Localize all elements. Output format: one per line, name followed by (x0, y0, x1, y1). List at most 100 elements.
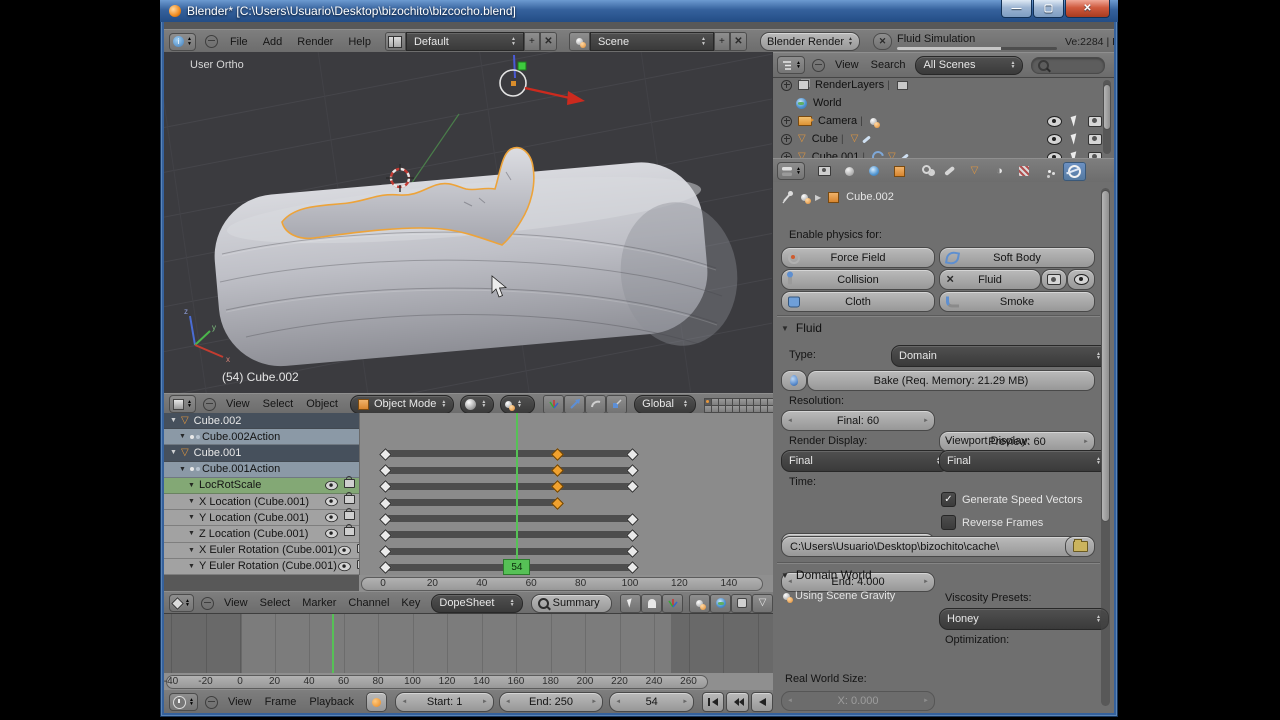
channel-row-cube-002[interactable]: ▼ ▽ Cube.002 (164, 413, 359, 430)
mode-dropdown[interactable]: Object Mode ▲ ▼ (349, 394, 455, 414)
pivot-dropdown[interactable]: ▲ ▼ (499, 394, 536, 414)
frame-end-field[interactable]: End: 250 (498, 692, 604, 712)
cursor-filter-icon[interactable] (620, 593, 641, 613)
tab-material[interactable]: ◑ (988, 162, 1011, 181)
add-layout-button[interactable]: + (523, 32, 540, 51)
expand-icon[interactable] (781, 115, 792, 127)
viewport-3d[interactable]: z y x User Ortho (54) Cube.002 (164, 52, 773, 393)
mesh-filter-icon[interactable]: ▽ (752, 593, 773, 613)
summary-toggle[interactable]: Summary (530, 593, 612, 613)
visibility-toggle-icon[interactable] (1047, 115, 1062, 127)
titlebar[interactable]: Blender* [C:\Users\Usuario\Desktop\bizoc… (160, 0, 1118, 22)
manipulator-translate-icon[interactable] (564, 394, 586, 414)
fluid-button-active[interactable]: ✕ Fluid (939, 269, 1041, 290)
channel-row-x-location-cube-001-[interactable]: ▼ X Location (Cube.001) (164, 492, 359, 511)
channel-expand-icon[interactable]: ▼ (179, 466, 186, 473)
outliner-item-renderlayers[interactable]: RenderLayers | (773, 76, 1102, 94)
menu-view[interactable]: View (835, 59, 859, 71)
scene-breadcrumb-icon[interactable] (801, 193, 811, 204)
fluid-panel-header[interactable]: ▼ Fluid (781, 321, 822, 335)
channel-row-y-euler-rotation-cube-001-[interactable]: ▼ Y Euler Rotation (Cube.001) (164, 556, 359, 575)
jump-prev-keyframe-button[interactable] (726, 692, 749, 712)
menu-view[interactable]: View (228, 696, 252, 708)
scene-gravity-icon[interactable] (783, 592, 793, 603)
outliner-item-camera[interactable]: Camera | (773, 112, 1102, 130)
tab-object[interactable] (888, 162, 911, 181)
screen-layout-dropdown[interactable]: Default ▲ ▼ (405, 32, 524, 51)
close-button[interactable]: ✕ (1065, 0, 1110, 18)
channel-expand-icon[interactable]: ▼ (170, 417, 177, 424)
tab-texture[interactable] (1013, 162, 1036, 181)
channel-expand-icon[interactable]: ▼ (188, 547, 195, 554)
frame-start-field[interactable]: Start: 1 (395, 692, 494, 712)
ghost-icon[interactable] (641, 593, 662, 613)
minimize-button[interactable]: — (1001, 0, 1032, 18)
record-button[interactable] (366, 692, 388, 712)
shading-dropdown[interactable]: ▲ ▼ (460, 394, 494, 414)
add-scene-button[interactable]: + (713, 32, 730, 51)
editor-type-info-dropdown[interactable]: i ▲ ▼ (169, 32, 196, 51)
collapse-menus-icon[interactable] (204, 35, 218, 48)
scene-filter-icon[interactable] (689, 593, 710, 613)
play-reverse-button[interactable] (750, 692, 773, 712)
channel-expand-icon[interactable]: ▼ (179, 433, 186, 440)
channel-mute-icon[interactable] (325, 496, 338, 507)
pin-icon[interactable] (781, 190, 794, 204)
jump-to-start-button[interactable] (702, 692, 725, 712)
collapse-menus-icon[interactable] (202, 397, 216, 411)
speed-vectors-checkbox[interactable]: ✓ (941, 492, 956, 507)
scene-dropdown[interactable]: Scene ▲ ▼ (589, 32, 714, 51)
dopesheet-key-area[interactable]: 54 (359, 413, 774, 575)
expand-icon[interactable] (781, 133, 792, 145)
channel-mute-icon[interactable] (338, 561, 351, 572)
channel-expand-icon[interactable]: ▼ (170, 449, 177, 456)
channel-row-y-location-cube-001-[interactable]: ▼ Y Location (Cube.001) (164, 508, 359, 527)
reverse-frames-checkbox[interactable] (941, 515, 956, 530)
smoke-button[interactable]: Smoke (939, 291, 1095, 312)
data-filter-icon[interactable] (731, 593, 752, 613)
menu-frame[interactable]: Frame (265, 696, 297, 708)
fluid-viewport-toggle[interactable] (1067, 269, 1095, 290)
tab-world[interactable] (863, 162, 886, 181)
menu-select[interactable]: Select (260, 597, 291, 609)
channel-row-cube-001action[interactable]: ▼ Cube.001Action (164, 461, 359, 478)
force-field-button[interactable]: Force Field (781, 247, 935, 268)
collapse-menus-icon[interactable] (200, 596, 214, 610)
fluid-render-toggle[interactable] (1041, 269, 1067, 290)
search-input[interactable] (1031, 56, 1106, 74)
timeline-area[interactable] (164, 613, 773, 674)
tab-render[interactable] (813, 162, 836, 181)
scene-icon-button[interactable] (568, 32, 590, 51)
editor-type-timeline-dropdown[interactable]: ▲ ▼ (169, 693, 198, 711)
viscosity-dropdown[interactable]: Honey ▲ ▼ (939, 608, 1109, 630)
editor-type-dopesheet-dropdown[interactable]: ▲ ▼ (169, 594, 194, 612)
channel-expand-icon[interactable]: ▼ (188, 563, 195, 570)
channel-mute-icon[interactable] (325, 513, 338, 523)
bake-button[interactable]: Bake (Req. Memory: 21.29 MB) (807, 370, 1095, 391)
menu-playback[interactable]: Playback (309, 696, 354, 708)
renderability-toggle-icon[interactable] (1088, 115, 1102, 127)
layers-widget[interactable] (704, 397, 773, 413)
menu-view[interactable]: View (224, 597, 248, 609)
final-resolution-slider[interactable]: Final: 60 (781, 410, 935, 431)
menu-view[interactable]: View (226, 398, 250, 410)
manipulator-rotate-icon[interactable] (585, 394, 607, 414)
channel-row-cube-001[interactable]: ▼ ▽ Cube.001 (164, 445, 359, 462)
collision-button[interactable]: Collision (781, 269, 935, 290)
render-display-dropdown[interactable]: Final ▲▼ (781, 450, 949, 472)
channel-mute-icon[interactable] (338, 545, 351, 555)
channel-row-x-euler-rotation-cube-001-[interactable]: ▼ X Euler Rotation (Cube.001) (164, 542, 359, 559)
transform-filter-icon[interactable] (662, 593, 683, 613)
channel-expand-icon[interactable]: ▼ (188, 482, 195, 489)
channel-row-cube-002action[interactable]: ▼ Cube.002Action (164, 429, 359, 446)
cloth-button[interactable]: Cloth (781, 291, 935, 312)
properties-scrollbar[interactable] (1101, 188, 1110, 706)
outliner-item-cube[interactable]: ▽ Cube | ▽ (773, 130, 1102, 148)
menu-search[interactable]: Search (871, 59, 906, 71)
menu-add[interactable]: Add (263, 36, 283, 48)
bake-icon-button[interactable] (781, 370, 807, 391)
cancel-job-button[interactable]: ✕ (872, 33, 892, 50)
channel-lock-icon[interactable] (344, 524, 355, 537)
channel-row-z-location-cube-001-[interactable]: ▼ Z Location (Cube.001) (164, 524, 359, 543)
menu-marker[interactable]: Marker (302, 597, 336, 609)
